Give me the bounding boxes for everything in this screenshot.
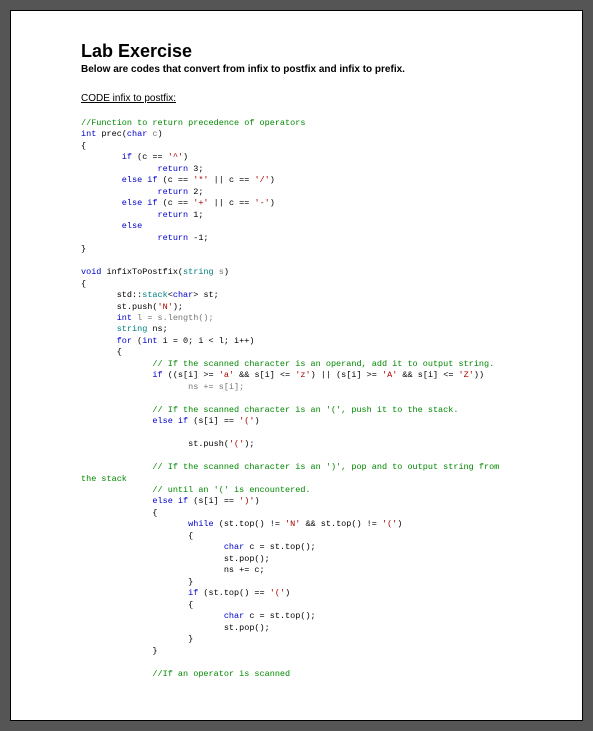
document-page: Lab Exercise Below are codes that conver… — [10, 10, 583, 721]
page-subtitle: Below are codes that convert from infix … — [81, 64, 532, 75]
code-comment: // If the scanned character is an ')', p… — [81, 462, 499, 472]
code-comment: the stack — [81, 474, 127, 484]
section-heading: CODE infix to postfix: — [81, 93, 532, 104]
code-comment: //If an operator is scanned — [81, 669, 290, 679]
code-block: //Function to return precedence of opera… — [81, 118, 532, 680]
code-comment: // If the scanned character is an operan… — [81, 359, 494, 369]
code-comment: // until an '(' is encountered. — [81, 485, 311, 495]
code-comment: // If the scanned character is an '(', p… — [81, 405, 458, 415]
code-comment: //Function to return precedence of opera… — [81, 118, 305, 128]
page-title: Lab Exercise — [81, 41, 532, 62]
